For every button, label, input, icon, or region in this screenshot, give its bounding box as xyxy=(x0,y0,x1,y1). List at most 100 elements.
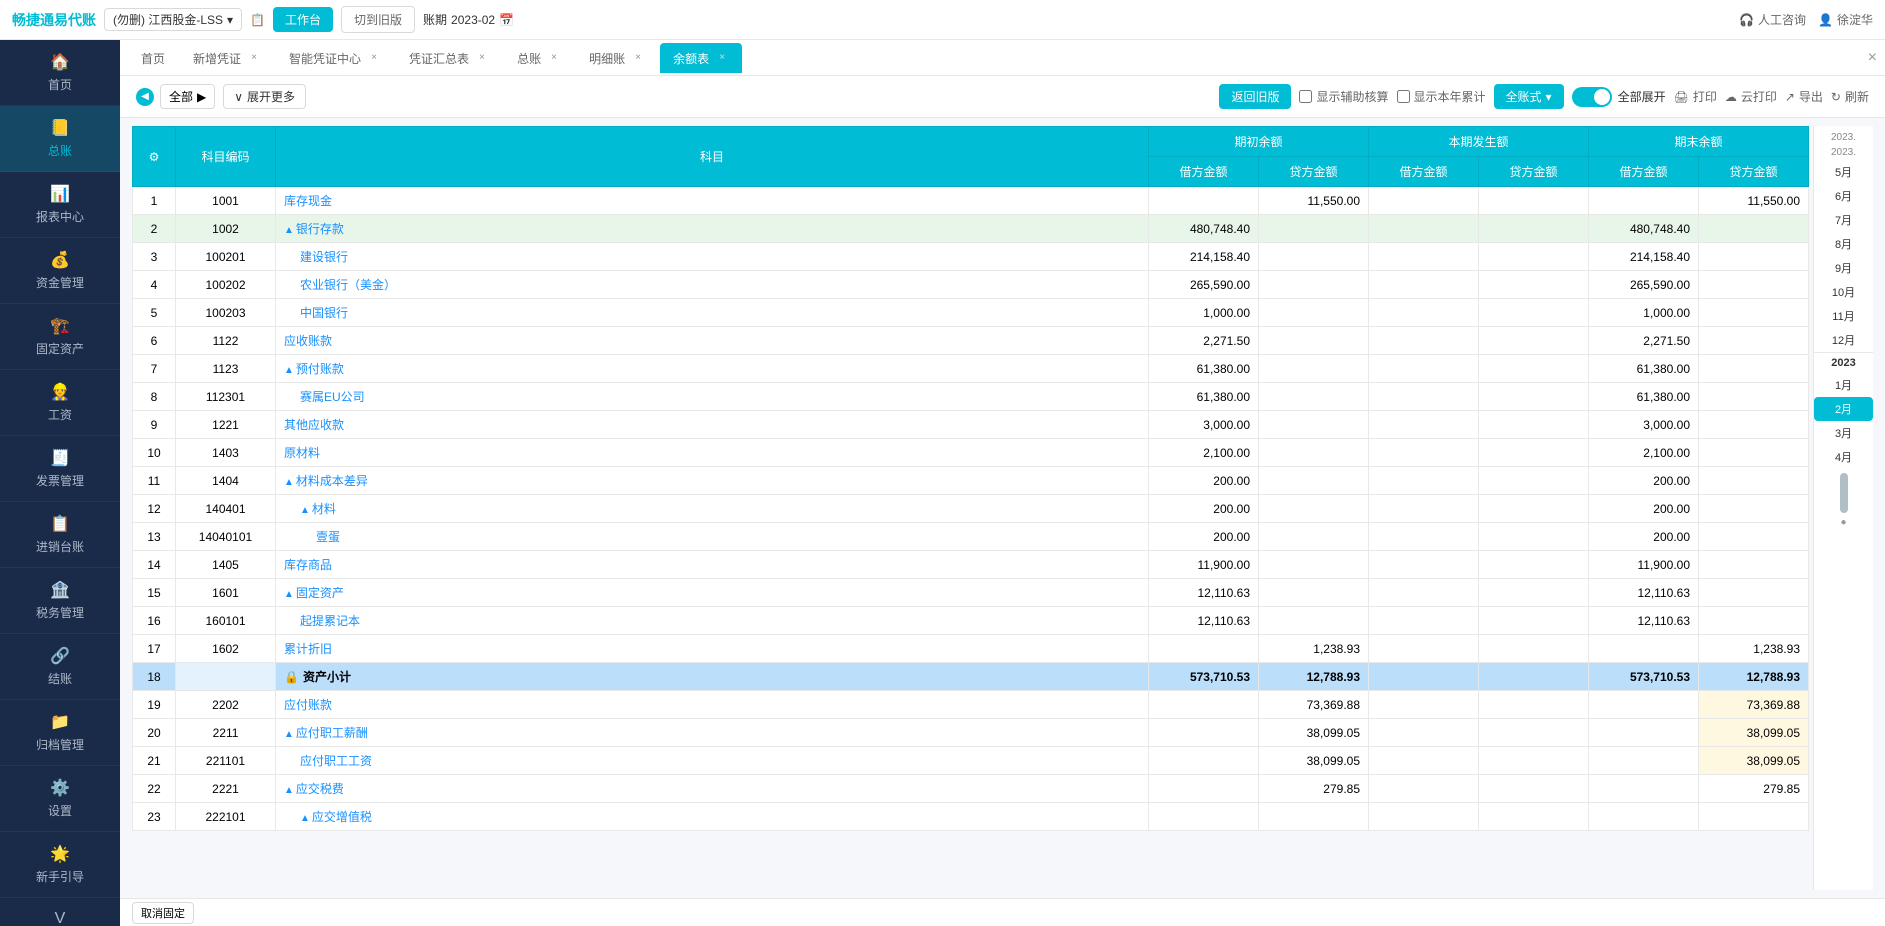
return-old-version-btn[interactable]: 返回旧版 xyxy=(1219,84,1291,109)
side-panel-month-11[interactable]: 11月 xyxy=(1814,304,1873,328)
cell-subject[interactable]: 壹蛋 xyxy=(276,523,1149,551)
subject-link[interactable]: 中国银行 xyxy=(300,306,348,320)
filter-all-badge[interactable]: ◀ xyxy=(136,88,154,106)
cell-subject[interactable]: ▲应付职工薪酬 xyxy=(276,719,1149,747)
subject-link[interactable]: 建设银行 xyxy=(300,250,348,264)
subject-link[interactable]: 农业银行（美金） xyxy=(300,278,396,292)
cell-subject[interactable]: 起提累记本 xyxy=(276,607,1149,635)
subject-link[interactable]: 库存商品 xyxy=(284,558,332,572)
subject-link[interactable]: 壹蛋 xyxy=(316,530,340,544)
checkbox-auxiliary[interactable] xyxy=(1299,90,1312,103)
tab-detail-ledger-close[interactable]: × xyxy=(631,51,645,65)
tab-voucher-summary-close[interactable]: × xyxy=(475,51,489,65)
subject-link[interactable]: 其他应收款 xyxy=(284,418,344,432)
side-panel-month-12[interactable]: 12月 xyxy=(1814,328,1873,352)
unpin-button[interactable]: 取消固定 xyxy=(132,902,194,924)
subject-link[interactable]: 银行存款 xyxy=(296,222,344,236)
cell-subject[interactable]: 原材料 xyxy=(276,439,1149,467)
side-panel-month-4[interactable]: 4月 xyxy=(1814,445,1873,469)
cell-subject[interactable]: 库存现金 xyxy=(276,187,1149,215)
cell-subject[interactable]: 赛属EU公司 xyxy=(276,383,1149,411)
side-panel-month-3[interactable]: 3月 xyxy=(1814,421,1873,445)
sidebar-item-guide[interactable]: 🌟 新手引导 xyxy=(0,832,120,898)
sidebar-item-reports[interactable]: 📊 报表中心 xyxy=(0,172,120,238)
tab-balance-sheet[interactable]: 余额表 × xyxy=(660,43,742,73)
print-btn[interactable]: 🖨 打印 xyxy=(1674,88,1717,105)
tab-new-voucher-close[interactable]: × xyxy=(247,51,261,65)
sidebar-item-archive[interactable]: 📁 归档管理 xyxy=(0,700,120,766)
tab-voucher-summary[interactable]: 凭证汇总表 × xyxy=(396,43,502,73)
col-settings-header[interactable]: ⚙ xyxy=(133,127,176,187)
tab-smart-voucher-close[interactable]: × xyxy=(367,51,381,65)
sidebar-item-fixed-assets[interactable]: 🏗️ 固定资产 xyxy=(0,304,120,370)
cell-subject[interactable]: ▲预付账款 xyxy=(276,355,1149,383)
cell-subject[interactable]: 应收账款 xyxy=(276,327,1149,355)
scrollbar[interactable] xyxy=(1840,473,1848,513)
tab-detail-ledger[interactable]: 明细账 × xyxy=(576,43,658,73)
sidebar-item-payroll[interactable]: 👷 工资 xyxy=(0,370,120,436)
cell-subject[interactable]: ▲应交税费 xyxy=(276,775,1149,803)
sidebar-item-tax[interactable]: 🏦 税务管理 xyxy=(0,568,120,634)
sidebar-item-invoices[interactable]: 🧾 发票管理 xyxy=(0,436,120,502)
close-window-icon[interactable]: × xyxy=(1868,49,1877,67)
expand-all-toggle[interactable] xyxy=(1572,87,1612,107)
subject-link[interactable]: 累计折旧 xyxy=(284,642,332,656)
subject-link[interactable]: 应付职工薪酬 xyxy=(296,726,368,740)
subject-link[interactable]: 材料 xyxy=(312,502,336,516)
user-service[interactable]: 🎧 人工咨询 xyxy=(1739,11,1806,28)
tab-home[interactable]: 首页 xyxy=(128,43,178,73)
subject-link[interactable]: 库存现金 xyxy=(284,194,332,208)
subject-link[interactable]: 原材料 xyxy=(284,446,320,460)
expand-icon[interactable]: ▲ xyxy=(284,729,294,740)
expand-more-btn[interactable]: ∨ 展开更多 xyxy=(223,84,306,109)
cell-subject[interactable]: 应付职工工资 xyxy=(276,747,1149,775)
tab-balance-sheet-close[interactable]: × xyxy=(715,51,729,65)
side-panel-month-5[interactable]: 5月 xyxy=(1814,160,1873,184)
cell-subject[interactable]: 其他应收款 xyxy=(276,411,1149,439)
side-panel-month-1[interactable]: 1月 xyxy=(1814,373,1873,397)
checkbox-ytd[interactable] xyxy=(1397,90,1410,103)
tab-smart-voucher[interactable]: 智能凭证中心 × xyxy=(276,43,394,73)
subject-link[interactable]: 应交税费 xyxy=(296,782,344,796)
cell-subject[interactable]: ▲材料成本差异 xyxy=(276,467,1149,495)
tab-new-voucher[interactable]: 新增凭证 × xyxy=(180,43,274,73)
subject-link[interactable]: 材料成本差异 xyxy=(296,474,368,488)
expand-icon[interactable]: ▲ xyxy=(300,505,310,516)
copy-button[interactable]: 📋 xyxy=(250,13,265,27)
cell-subject[interactable]: 中国银行 xyxy=(276,299,1149,327)
expand-icon[interactable]: ▲ xyxy=(284,365,294,376)
sidebar-item-funds[interactable]: 💰 资金管理 xyxy=(0,238,120,304)
expand-icon[interactable]: ▲ xyxy=(284,785,294,796)
company-selector[interactable]: (勿删) 江西股金-LSS ▾ xyxy=(104,8,242,31)
sidebar-item-closing[interactable]: 🔗 结账 xyxy=(0,634,120,700)
subject-link[interactable]: 应付职工工资 xyxy=(300,754,372,768)
side-panel-month-6[interactable]: 6月 xyxy=(1814,184,1873,208)
subject-link[interactable]: 预付账款 xyxy=(296,362,344,376)
subject-link[interactable]: 应付账款 xyxy=(284,698,332,712)
cell-subject[interactable]: ▲固定资产 xyxy=(276,579,1149,607)
expand-icon[interactable]: ▲ xyxy=(284,477,294,488)
expand-icon[interactable]: ▲ xyxy=(300,813,310,824)
cell-subject[interactable]: 应付账款 xyxy=(276,691,1149,719)
full-style-btn[interactable]: 全账式 ▾ xyxy=(1494,84,1564,109)
expand-icon[interactable]: ▲ xyxy=(284,225,294,236)
sidebar-item-purchase-sales[interactable]: 📋 进销台账 xyxy=(0,502,120,568)
subject-link[interactable]: 起提累记本 xyxy=(300,614,360,628)
filter-input[interactable]: 全部 ▶ xyxy=(160,84,215,109)
cloud-print-btn[interactable]: ☁ 云打印 xyxy=(1725,88,1777,105)
cell-subject[interactable]: ▲材料 xyxy=(276,495,1149,523)
side-panel-month-9[interactable]: 9月 xyxy=(1814,256,1873,280)
old-version-button[interactable]: 切到旧版 xyxy=(341,6,415,33)
sidebar-item-ledger[interactable]: 📒 总账 xyxy=(0,106,120,172)
tab-general-ledger-close[interactable]: × xyxy=(547,51,561,65)
cell-subject[interactable]: 累计折旧 xyxy=(276,635,1149,663)
subject-link[interactable]: 赛属EU公司 xyxy=(300,390,365,404)
side-panel-month-7[interactable]: 7月 xyxy=(1814,208,1873,232)
cell-subject[interactable]: 农业银行（美金） xyxy=(276,271,1149,299)
workspace-button[interactable]: 工作台 xyxy=(273,7,333,32)
sidebar-item-member[interactable]: V 畅会员 xyxy=(0,898,120,926)
user-avatar-area[interactable]: 👤 徐淀华 xyxy=(1818,11,1873,28)
sidebar-item-home[interactable]: 🏠 首页 xyxy=(0,40,120,106)
tab-general-ledger[interactable]: 总账 × xyxy=(504,43,574,73)
side-panel-month-2[interactable]: 2月 xyxy=(1814,397,1873,421)
